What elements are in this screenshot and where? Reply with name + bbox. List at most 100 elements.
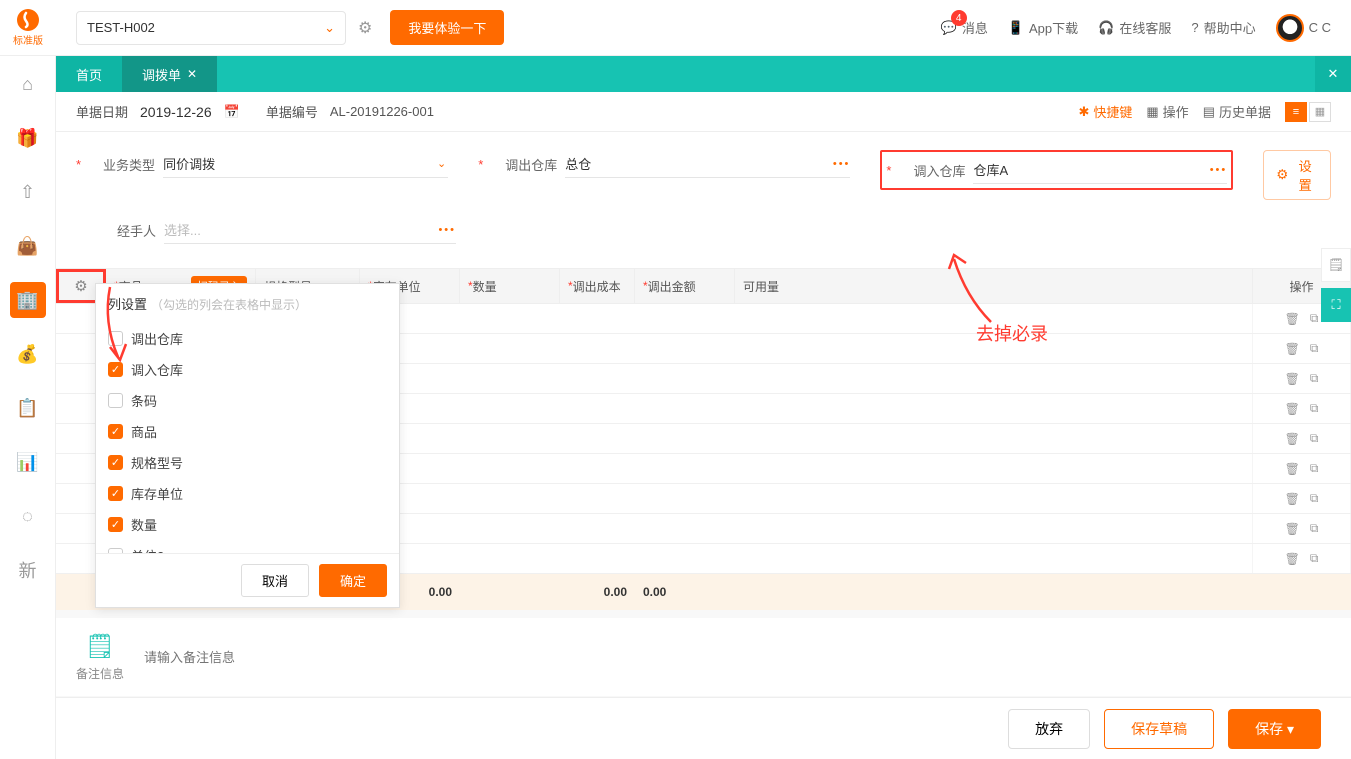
message-badge: 4 — [951, 10, 967, 26]
tab-transfer[interactable]: 调拨单 ✕ — [122, 56, 217, 92]
close-panel-button[interactable]: ✕ — [1315, 56, 1351, 92]
chevron-down-icon[interactable]: ⌄ — [437, 157, 448, 170]
bottom-actions: 放弃 保存草稿 保存 ▾ — [56, 697, 1351, 759]
settings-button[interactable]: ⚙设置 — [1263, 150, 1331, 200]
checkbox-icon[interactable]: ✓ — [108, 517, 123, 532]
delete-icon[interactable]: 🗑 — [1285, 492, 1300, 506]
checkbox-icon[interactable]: ✓ — [108, 455, 123, 470]
money-icon[interactable]: 💰 — [10, 336, 46, 372]
delete-icon[interactable]: 🗑 — [1285, 552, 1300, 566]
col-item-barcode[interactable]: 条码 — [108, 385, 387, 416]
top-right: 💬 4 消息 📱 App下载 🎧 在线客服 ? 帮助中心 C C — [941, 14, 1331, 42]
more-icon[interactable]: ••• — [438, 224, 456, 236]
delete-icon[interactable]: 🗑 — [1285, 402, 1300, 416]
delete-icon[interactable]: 🗑 — [1285, 372, 1300, 386]
copy-icon[interactable]: ⧉ — [1310, 401, 1319, 416]
remarks-label: 备注信息 — [76, 665, 124, 682]
help-icon: ? — [1191, 20, 1198, 35]
house-up-icon[interactable]: ⇧ — [10, 174, 46, 210]
copy-icon[interactable]: ⧉ — [1310, 491, 1319, 506]
notes-float-button[interactable]: 🗒 — [1321, 248, 1351, 282]
operate-link[interactable]: ▦操作 — [1146, 102, 1188, 121]
biz-type-field[interactable]: * 业务类型 同价调拨⌄ — [76, 150, 448, 178]
grid-view-button[interactable]: ▦ — [1309, 102, 1331, 122]
report-icon[interactable]: 📊 — [10, 444, 46, 480]
col-item-unit[interactable]: ✓库存单位 — [108, 478, 387, 509]
out-warehouse-field[interactable]: * 调出仓库 总仓••• — [478, 150, 850, 178]
column-list[interactable]: 调出仓库 ✓调入仓库 条码 ✓商品 ✓规格型号 ✓库存单位 ✓数量 单位2 — [96, 323, 399, 553]
copy-icon[interactable]: ⧉ — [1310, 461, 1319, 476]
copy-icon[interactable]: ⧉ — [1310, 551, 1319, 566]
tab-home[interactable]: 首页 — [56, 56, 122, 92]
bag-icon[interactable]: 👜 — [10, 228, 46, 264]
gift-icon[interactable]: 🎁 — [10, 120, 46, 156]
notes-icon: 🗒 — [85, 632, 115, 661]
home-icon[interactable]: ⌂ — [10, 66, 46, 102]
new-icon[interactable]: 新 — [10, 552, 46, 588]
more-icon[interactable]: ••• — [1210, 164, 1228, 176]
warehouse-icon[interactable]: 🏢 — [10, 282, 46, 318]
history-link[interactable]: ▤历史单据 — [1203, 102, 1271, 121]
checkbox-icon[interactable]: ✓ — [108, 362, 123, 377]
remarks-input[interactable] — [144, 650, 1331, 665]
copy-icon[interactable]: ⧉ — [1310, 341, 1319, 356]
delete-icon[interactable]: 🗑 — [1285, 462, 1300, 476]
checkbox-icon[interactable]: ✓ — [108, 486, 123, 501]
handler-field[interactable]: 经手人 选择...••• — [76, 216, 456, 244]
shortcut-link[interactable]: ✱快捷键 — [1078, 102, 1132, 121]
settings-icon[interactable]: ⚙ — [358, 18, 372, 38]
list-view-button[interactable]: ≡ — [1285, 102, 1307, 122]
checkbox-icon[interactable] — [108, 548, 123, 553]
download-link[interactable]: 📱 App下载 — [1008, 18, 1078, 37]
discard-button[interactable]: 放弃 — [1008, 709, 1090, 749]
expand-float-button[interactable]: ⛶ — [1321, 288, 1351, 322]
col-item-unit2[interactable]: 单位2 — [108, 540, 387, 553]
logo[interactable]: 标准版 — [0, 8, 56, 47]
col-item-qty[interactable]: ✓数量 — [108, 509, 387, 540]
logo-label: 标准版 — [13, 32, 43, 47]
date-value[interactable]: 2019-12-26 — [140, 104, 212, 120]
footer-amount: 0.00 — [560, 574, 635, 610]
copy-icon[interactable]: ⧉ — [1310, 521, 1319, 536]
copy-icon[interactable]: ⧉ — [1310, 371, 1319, 386]
clipboard-icon[interactable]: 📋 — [10, 390, 46, 426]
in-warehouse-field[interactable]: * 调入仓库 仓库A••• — [880, 150, 1233, 190]
th-qty: *数量 — [460, 269, 560, 303]
user-menu[interactable]: C C — [1276, 14, 1331, 42]
grid-icon: ▦ — [1146, 104, 1158, 120]
save-draft-button[interactable]: 保存草稿 — [1104, 709, 1214, 749]
calendar-icon[interactable]: 📅 — [224, 104, 240, 120]
save-button[interactable]: 保存 ▾ — [1228, 709, 1321, 749]
company-select[interactable]: TEST-H002 ⌄ — [76, 11, 346, 45]
sidebar: ⌂ 🎁 ⇧ 👜 🏢 💰 📋 📊 ◌ 新 — [0, 56, 56, 759]
col-item-in-wh[interactable]: ✓调入仓库 — [108, 354, 387, 385]
sync-icon[interactable]: ◌ — [10, 498, 46, 534]
col-item-product[interactable]: ✓商品 — [108, 416, 387, 447]
copy-icon[interactable]: ⧉ — [1310, 431, 1319, 446]
try-button[interactable]: 我要体验一下 — [390, 10, 504, 45]
form-area: * 业务类型 同价调拨⌄ * 调出仓库 总仓••• * 调入仓库 仓库A••• … — [56, 132, 1351, 268]
column-settings-popover: 列设置（勾选的列会在表格中显示） 调出仓库 ✓调入仓库 条码 ✓商品 ✓规格型号… — [95, 283, 400, 608]
more-icon[interactable]: ••• — [833, 158, 851, 170]
copy-icon[interactable]: ⧉ — [1310, 311, 1319, 326]
col-item-spec[interactable]: ✓规格型号 — [108, 447, 387, 478]
number-label: 单据编号 — [266, 102, 318, 121]
chevron-down-icon: ▾ — [1287, 721, 1294, 737]
confirm-button[interactable]: 确定 — [319, 564, 387, 597]
cancel-button[interactable]: 取消 — [241, 564, 309, 597]
col-item-out-wh[interactable]: 调出仓库 — [108, 323, 387, 354]
help-link[interactable]: ? 帮助中心 — [1191, 18, 1255, 37]
delete-icon[interactable]: 🗑 — [1285, 312, 1300, 326]
close-icon[interactable]: ✕ — [187, 67, 197, 81]
messages-link[interactable]: 💬 4 消息 — [941, 18, 988, 37]
service-link[interactable]: 🎧 在线客服 — [1098, 18, 1171, 37]
phone-icon: 📱 — [1008, 20, 1024, 36]
checkbox-icon[interactable] — [108, 393, 123, 408]
delete-icon[interactable]: 🗑 — [1285, 342, 1300, 356]
required-icon: * — [76, 157, 81, 172]
footer-avail: 0.00 — [635, 574, 735, 610]
delete-icon[interactable]: 🗑 — [1285, 432, 1300, 446]
delete-icon[interactable]: 🗑 — [1285, 522, 1300, 536]
right-float-panel: 🗒 ⛶ — [1321, 248, 1351, 322]
checkbox-icon[interactable]: ✓ — [108, 424, 123, 439]
